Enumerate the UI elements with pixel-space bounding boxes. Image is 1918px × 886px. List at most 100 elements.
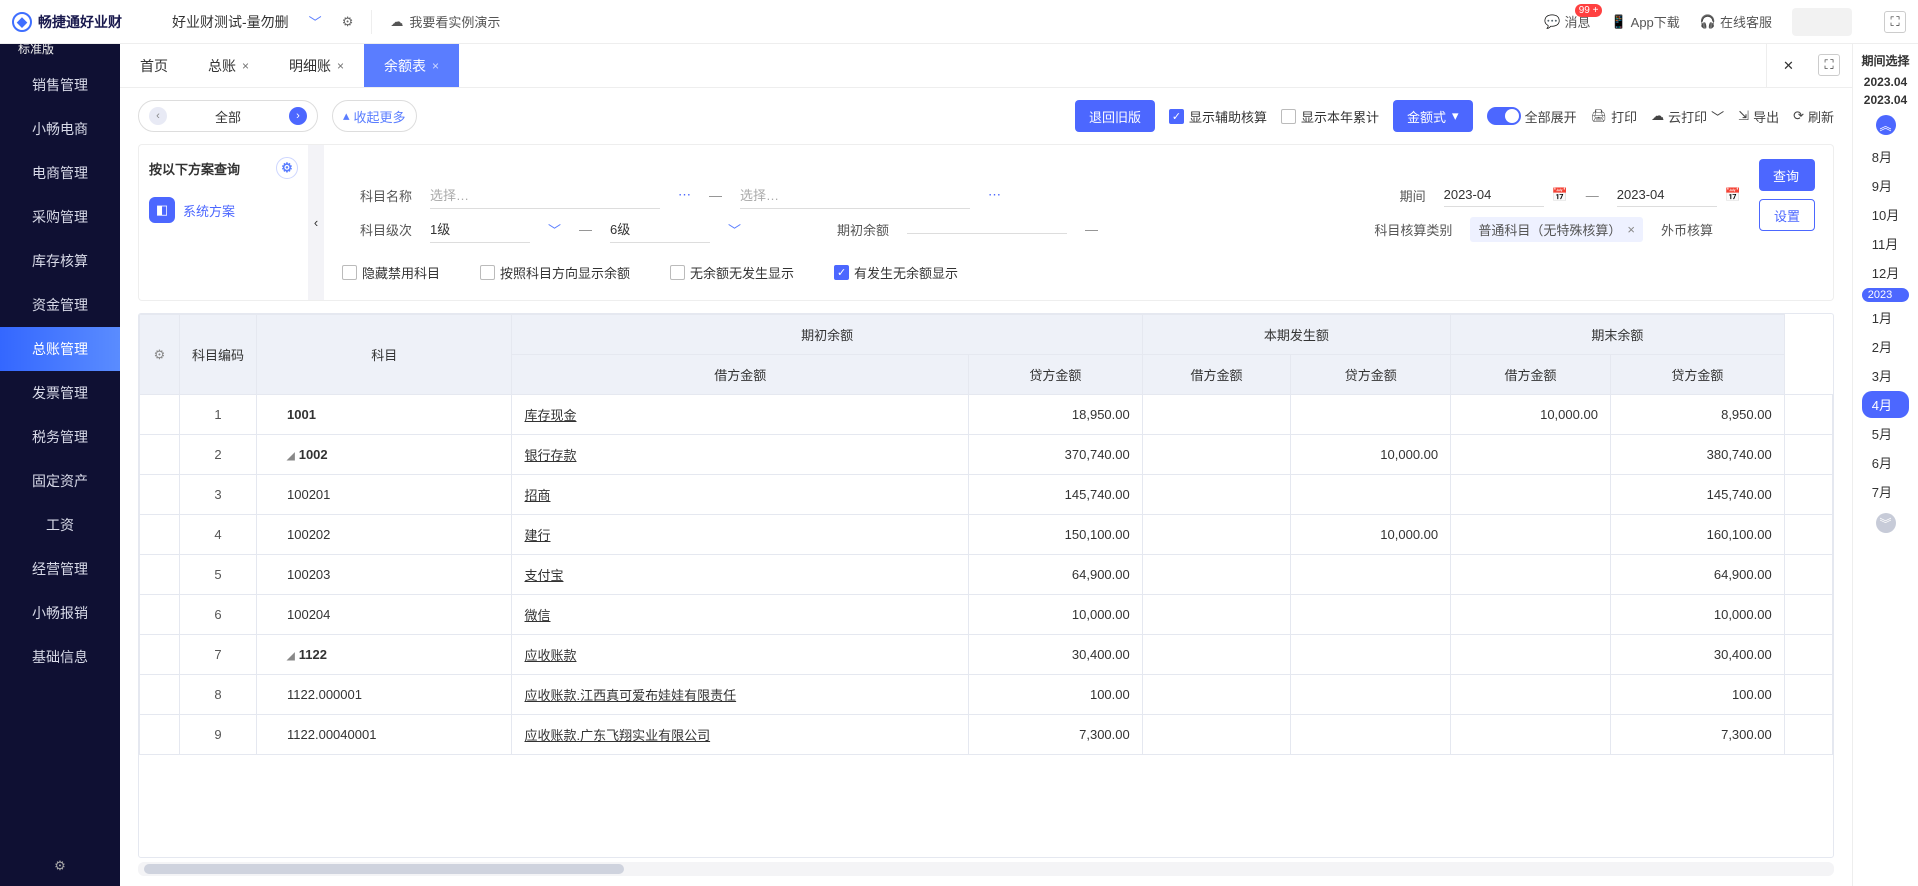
- table-row[interactable]: 3100201招商145,740.00145,740.00: [140, 475, 1833, 515]
- month-item[interactable]: 11月: [1862, 230, 1909, 257]
- table-row[interactable]: 5100203支付宝64,900.0064,900.00: [140, 555, 1833, 595]
- sidebar-item[interactable]: 基础信息: [0, 635, 120, 679]
- sidebar-item[interactable]: 工资: [0, 503, 120, 547]
- sidebar-item[interactable]: 总账管理: [0, 327, 120, 371]
- row-settings-header-icon[interactable]: ⚙: [140, 315, 180, 395]
- sidebar-item[interactable]: 固定资产: [0, 459, 120, 503]
- calendar-icon[interactable]: 📅: [1552, 187, 1568, 203]
- scheme-settings-icon[interactable]: ⚙: [276, 157, 298, 179]
- show-aux-checkbox[interactable]: ✓ 显示辅助核算: [1169, 107, 1267, 126]
- table-row[interactable]: 4100202建行150,100.0010,000.00160,100.00: [140, 515, 1833, 555]
- month-item[interactable]: 4月: [1862, 391, 1909, 418]
- app-download-button[interactable]: 📱 App下载: [1610, 12, 1679, 31]
- calendar-icon[interactable]: 📅: [1725, 187, 1741, 203]
- system-scheme-item[interactable]: ◧ 系统方案: [149, 197, 298, 223]
- subject-link[interactable]: 应收账款.江西真可爱布娃娃有限责任: [524, 688, 736, 703]
- month-item[interactable]: 5月: [1862, 420, 1909, 447]
- table-row[interactable]: 11001库存现金18,950.0010,000.008,950.00: [140, 395, 1833, 435]
- amount-style-dropdown[interactable]: 金额式 ▾: [1393, 100, 1473, 132]
- month-item[interactable]: 8月: [1862, 143, 1909, 170]
- subject-to-picker-icon[interactable]: ⋯: [988, 187, 1001, 203]
- horizontal-scrollbar[interactable]: [138, 862, 1834, 876]
- messages-button[interactable]: 💬 消息 99 +: [1544, 12, 1590, 31]
- period-scroll-down-icon[interactable]: ︾: [1876, 513, 1896, 533]
- expand-all-toggle[interactable]: 全部展开: [1487, 107, 1577, 126]
- no-balance-no-occur-checkbox[interactable]: 无余额无发生显示: [670, 263, 794, 282]
- period-scroll-up-icon[interactable]: ︽: [1876, 115, 1896, 135]
- by-direction-checkbox[interactable]: 按照科目方向显示余额: [480, 263, 630, 282]
- month-item[interactable]: 10月: [1862, 201, 1909, 228]
- level-from-select[interactable]: 1级: [430, 215, 530, 243]
- period-to-input[interactable]: 2023-04: [1617, 183, 1717, 207]
- expand-icon[interactable]: ◢: [287, 651, 295, 662]
- chevron-down-icon[interactable]: ﹀: [728, 220, 741, 239]
- table-row[interactable]: 6100204微信10,000.0010,000.00: [140, 595, 1833, 635]
- sidebar-settings-icon[interactable]: ⚙: [0, 846, 120, 886]
- period-from-input[interactable]: 2023-04: [1444, 183, 1544, 207]
- remove-tag-icon[interactable]: ×: [1627, 222, 1635, 237]
- sidebar-item[interactable]: 资金管理: [0, 283, 120, 327]
- period-selected-from[interactable]: 2023.04: [1864, 73, 1907, 91]
- account-type-tag-2[interactable]: 外币核算: [1661, 220, 1717, 239]
- month-item[interactable]: 3月: [1862, 362, 1909, 389]
- subject-from-input[interactable]: 选择…: [430, 181, 660, 209]
- tab[interactable]: 总账×: [188, 44, 269, 87]
- sidebar-item[interactable]: 发票管理: [0, 371, 120, 415]
- collapse-query-left-icon[interactable]: ‹: [308, 144, 324, 301]
- subject-link[interactable]: 应收账款: [524, 648, 576, 663]
- sidebar-item[interactable]: 库存核算: [0, 239, 120, 283]
- show-year-cumulative-checkbox[interactable]: 显示本年累计: [1281, 107, 1379, 126]
- table-row[interactable]: 91122.00040001应收账款.广东飞翔实业有限公司7,300.007,3…: [140, 715, 1833, 755]
- back-old-version-button[interactable]: 退回旧版: [1075, 100, 1155, 132]
- scrollbar-thumb[interactable]: [144, 864, 624, 874]
- subject-link[interactable]: 招商: [524, 488, 550, 503]
- sidebar-item[interactable]: 销售管理: [0, 63, 120, 107]
- close-all-tabs-icon[interactable]: ✕: [1766, 44, 1810, 87]
- month-item[interactable]: 1月: [1862, 304, 1909, 331]
- workspace-dropdown-icon[interactable]: ﹀: [309, 12, 322, 31]
- table-row[interactable]: 81122.000001应收账款.江西真可爱布娃娃有限责任100.00100.0…: [140, 675, 1833, 715]
- level-to-select[interactable]: 6级: [610, 215, 710, 243]
- print-button[interactable]: 🖨 打印: [1591, 107, 1638, 126]
- expand-icon[interactable]: ◢: [287, 451, 295, 462]
- month-item[interactable]: 7月: [1862, 478, 1909, 505]
- period-selected-to[interactable]: 2023.04: [1864, 91, 1907, 109]
- cloud-print-dropdown[interactable]: ☁ 云打印 ﹀: [1651, 107, 1724, 126]
- table-row[interactable]: 7◢1122应收账款30,400.0030,400.00: [140, 635, 1833, 675]
- close-tab-icon[interactable]: ×: [432, 59, 439, 73]
- subject-link[interactable]: 库存现金: [524, 408, 576, 423]
- month-item[interactable]: 2月: [1862, 333, 1909, 360]
- tab[interactable]: 明细账×: [269, 44, 364, 87]
- chevron-left-icon[interactable]: ‹: [149, 107, 167, 125]
- table-row[interactable]: 2◢1002银行存款370,740.0010,000.00380,740.00: [140, 435, 1833, 475]
- subject-link[interactable]: 应收账款.广东飞翔实业有限公司: [524, 728, 710, 743]
- subject-to-input[interactable]: 选择…: [740, 181, 970, 209]
- month-item[interactable]: 9月: [1862, 172, 1909, 199]
- close-tab-icon[interactable]: ×: [337, 59, 344, 73]
- tab[interactable]: 首页: [120, 44, 188, 87]
- close-tab-icon[interactable]: ×: [242, 59, 249, 73]
- workspace-settings-icon[interactable]: ⚙: [342, 14, 354, 30]
- demo-link[interactable]: ☁ 我要看实例演示: [390, 12, 500, 31]
- sidebar-item[interactable]: 采购管理: [0, 195, 120, 239]
- sidebar-item[interactable]: 电商管理: [0, 151, 120, 195]
- sidebar-item[interactable]: 小畅电商: [0, 107, 120, 151]
- hide-disabled-checkbox[interactable]: 隐藏禁用科目: [342, 263, 440, 282]
- filter-scope-pill[interactable]: ‹ 全部 ›: [138, 100, 318, 132]
- query-button[interactable]: 查询: [1759, 159, 1815, 191]
- opening-balance-input[interactable]: [907, 225, 1067, 234]
- fullscreen-icon[interactable]: ⛶: [1884, 11, 1906, 33]
- account-type-tag[interactable]: 普通科目（无特殊核算） ×: [1470, 217, 1643, 242]
- export-button[interactable]: ⇲ 导出: [1738, 107, 1779, 126]
- chevron-right-icon[interactable]: ›: [289, 107, 307, 125]
- month-item[interactable]: 6月: [1862, 449, 1909, 476]
- support-button[interactable]: 🎧 在线客服: [1700, 12, 1772, 31]
- subject-link[interactable]: 银行存款: [524, 448, 576, 463]
- sidebar-item[interactable]: 小畅报销: [0, 591, 120, 635]
- tab-fullscreen-icon[interactable]: ⛶: [1818, 54, 1840, 76]
- sidebar-item[interactable]: 经营管理: [0, 547, 120, 591]
- chevron-down-icon[interactable]: ﹀: [548, 220, 561, 239]
- subject-link[interactable]: 微信: [524, 608, 550, 623]
- user-avatar[interactable]: [1792, 8, 1852, 36]
- subject-link[interactable]: 建行: [524, 528, 550, 543]
